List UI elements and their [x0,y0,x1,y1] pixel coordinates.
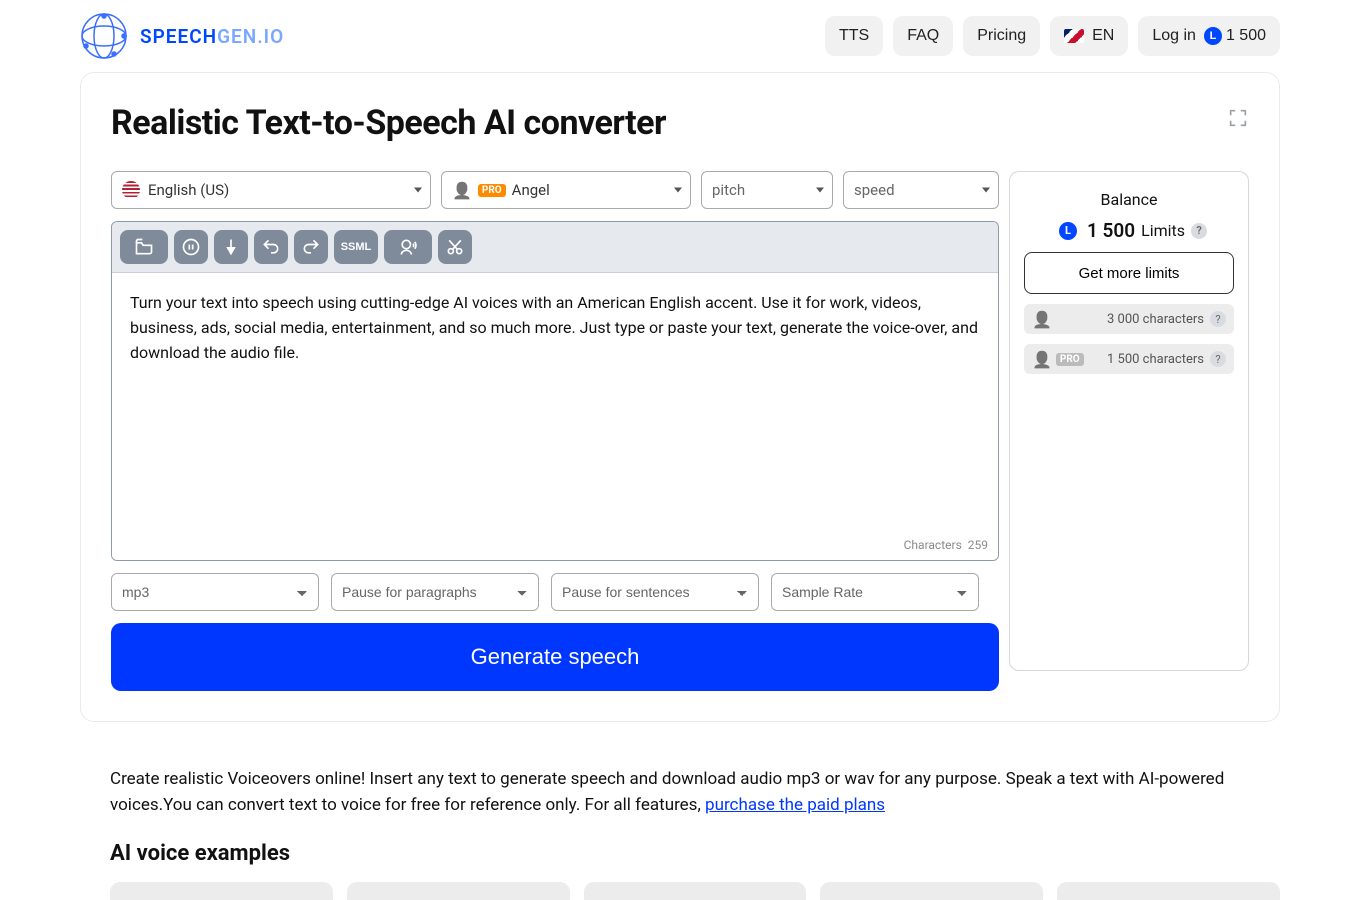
format-select[interactable]: mp3 [111,573,319,611]
editor: SSML Characters 259 [111,221,999,561]
pause-paragraph-select[interactable]: Pause for paragraphs [331,573,539,611]
examples-heading: AI voice examples [110,841,1280,866]
help-icon[interactable]: ? [1210,311,1226,327]
top-nav: TTS FAQ Pricing EN Log in L 1 500 [825,16,1280,56]
login-credits: 1 500 [1226,27,1266,45]
sample-rate-select[interactable]: Sample Rate [771,573,979,611]
main-card: Realistic Text-to-Speech AI converter En… [80,72,1280,722]
balance-title: Balance [1101,190,1158,209]
voice-selectors: English (US) 👤 PRO Angel pitch speed [111,171,999,209]
language-select[interactable]: English (US) [111,171,431,209]
help-icon[interactable]: ? [1210,351,1226,367]
pro-badge: PRO [1056,353,1084,366]
speed-select[interactable]: speed [843,171,999,209]
generate-button[interactable]: Generate speech [111,623,999,691]
nav-language-label: EN [1092,27,1114,45]
chevron-down-icon [414,188,422,193]
description: Create realistic Voiceovers online! Inse… [110,766,1250,819]
fullscreen-button[interactable] [1227,107,1249,129]
page-title: Realistic Text-to-Speech AI converter [111,103,1249,143]
balance-panel: Balance L 1 500 Limits ? Get more limits… [1009,171,1249,671]
login-label: Log in [1152,27,1196,45]
purchase-link[interactable]: purchase the paid plans [705,795,885,815]
speed-select-label: speed [854,181,895,199]
char-label: Characters [904,538,962,552]
undo-button[interactable] [254,230,288,264]
balance-amount-row: L 1 500 Limits ? [1051,219,1207,242]
get-more-limits-button[interactable]: Get more limits [1024,252,1234,294]
logo-icon [80,12,128,60]
nav-login[interactable]: Log in L 1 500 [1138,16,1280,56]
output-options: mp3 Pause for paragraphs Pause for sente… [111,573,999,611]
chevron-down-icon [674,188,682,193]
editor-toolbar: SSML [112,222,998,273]
emphasis-button[interactable] [214,230,248,264]
pitch-select[interactable]: pitch [701,171,833,209]
pro-badge: PRO [478,184,506,197]
avatar-icon: 👤 [452,181,472,200]
pitch-select-label: pitch [712,181,745,199]
nav-tts[interactable]: TTS [825,16,883,56]
language-select-label: English (US) [148,181,229,199]
limit-row-pro: 👤 PRO 1 500 characters ? [1024,344,1234,374]
voice-preview-button[interactable] [384,230,432,264]
voice-example-card[interactable] [584,882,807,900]
description-text: Create realistic Voiceovers online! Inse… [110,769,1224,815]
logo-text: SPEECHGEN.IO [140,25,284,48]
ssml-button[interactable]: SSML [334,230,378,264]
editor-column: English (US) 👤 PRO Angel pitch speed [111,171,999,691]
voice-example-card[interactable] [1057,882,1280,900]
chevron-down-icon [982,188,990,193]
chevron-down-icon [816,188,824,193]
pause-button[interactable] [174,230,208,264]
char-count: 259 [968,538,988,552]
us-flag-icon [122,181,140,199]
avatar-icon: 👤 [1032,310,1052,329]
nav-pricing[interactable]: Pricing [963,16,1040,56]
limits-label: Limits [1141,221,1185,240]
logo[interactable]: SPEECHGEN.IO [80,12,284,60]
redo-button[interactable] [294,230,328,264]
pause-sentence-select[interactable]: Pause for sentences [551,573,759,611]
limit-free-text: 3 000 characters [1107,312,1204,327]
cut-button[interactable] [438,230,472,264]
text-input[interactable] [112,273,998,560]
limit-row-free: 👤 3 000 characters ? [1024,304,1234,334]
voice-example-card[interactable] [110,882,333,900]
credit-badge-icon: L [1059,222,1077,240]
examples-row [110,882,1280,900]
voice-select-label: Angel [512,181,550,199]
nav-faq[interactable]: FAQ [893,16,953,56]
balance-amount: 1 500 [1087,219,1135,242]
voice-example-card[interactable] [820,882,1043,900]
open-file-button[interactable] [120,230,168,264]
header: SPEECHGEN.IO TTS FAQ Pricing EN Log in L… [0,0,1360,60]
help-icon[interactable]: ? [1191,223,1207,239]
limit-pro-text: 1 500 characters [1107,352,1204,367]
avatar-icon: 👤 [1032,350,1052,369]
uk-flag-icon [1064,29,1084,43]
nav-language[interactable]: EN [1050,16,1128,56]
voice-select[interactable]: 👤 PRO Angel [441,171,691,209]
credit-badge-icon: L [1204,27,1222,45]
voice-example-card[interactable] [347,882,570,900]
